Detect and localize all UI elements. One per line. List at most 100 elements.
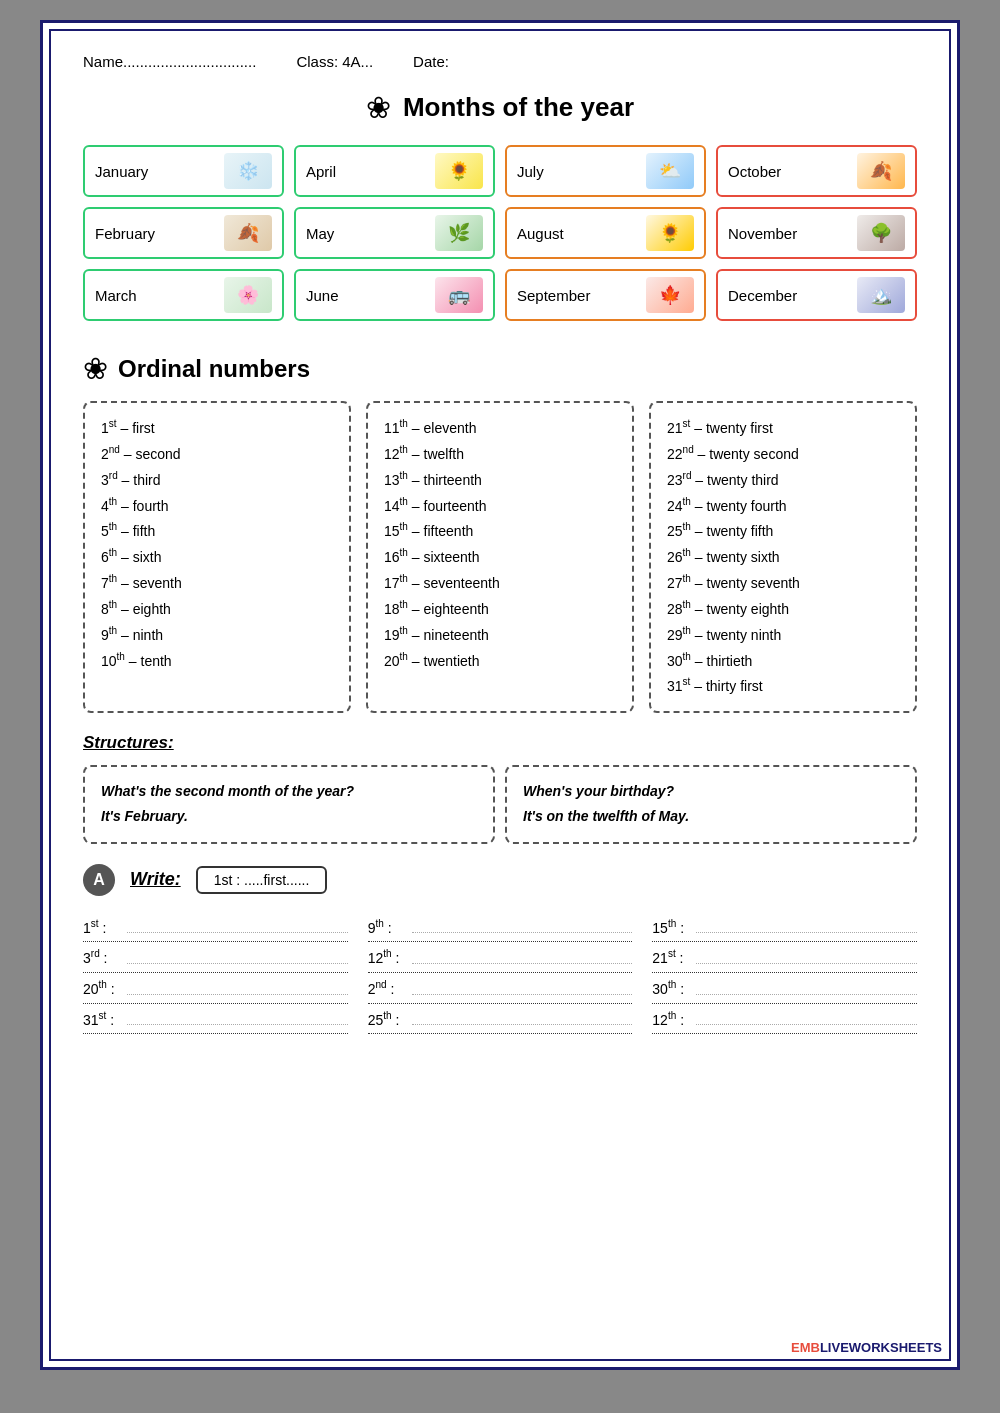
months-col4: October 🍂 xyxy=(716,145,917,197)
ordinal-1: 1st – first xyxy=(101,415,333,441)
september-image: 🍁 xyxy=(646,277,694,313)
page: Name................................ Cla… xyxy=(40,20,960,1370)
write-row: 15th : xyxy=(652,912,917,943)
ordinal-box-1: 1st – first 2nd – second 3rd – third 4th… xyxy=(83,401,351,713)
months-col4b: November 🌳 xyxy=(716,207,917,259)
ordinal-5: 5th – fifth xyxy=(101,518,333,544)
write-row: 9th : xyxy=(368,912,633,943)
ordinal-2: 2nd – second xyxy=(101,441,333,467)
write-row: 3rd : xyxy=(83,942,348,973)
write-col-3: 15th : 21st : 30th : 12th : xyxy=(652,912,917,1035)
ordinal-8: 8th – eighth xyxy=(101,596,333,622)
ordinal-19: 19th – nineteenth xyxy=(384,622,616,648)
example-box: 1st : .....first...... xyxy=(196,866,328,894)
write-col-1: 1st : 3rd : 20th : 31st : xyxy=(83,912,348,1035)
july-image: ⛅ xyxy=(646,153,694,189)
ordinal-18: 18th – eighteenth xyxy=(384,596,616,622)
month-card-april: April 🌻 xyxy=(294,145,495,197)
february-image: 🍂 xyxy=(224,215,272,251)
november-image: 🌳 xyxy=(857,215,905,251)
april-image: 🌻 xyxy=(435,153,483,189)
write-row: 30th : xyxy=(652,973,917,1004)
months-col1: January ❄️ xyxy=(83,145,284,197)
months-col4c: December 🏔️ xyxy=(716,269,917,321)
ordinal-26: 26th – twenty sixth xyxy=(667,544,899,570)
month-card-december: December 🏔️ xyxy=(716,269,917,321)
header: Name................................ Cla… xyxy=(83,53,917,70)
month-card-august: August 🌻 xyxy=(505,207,706,259)
date-label: Date: xyxy=(413,53,449,70)
months-col3b: August 🌻 xyxy=(505,207,706,259)
ordinal-box-3: 21st – twenty first 22nd – twenty second… xyxy=(649,401,917,713)
structure-a2: It's on the twelfth of May. xyxy=(523,804,899,829)
structures-section: Structures: What's the second month of t… xyxy=(83,733,917,843)
ordinal-11: 11th – eleventh xyxy=(384,415,616,441)
structure-box-1: What's the second month of the year? It'… xyxy=(83,765,495,843)
flower-icon: ❀ xyxy=(366,90,391,125)
ordinal-28: 28th – twenty eighth xyxy=(667,596,899,622)
flower-icon-2: ❀ xyxy=(83,351,108,386)
months-col3: July ⛅ xyxy=(505,145,706,197)
december-image: 🏔️ xyxy=(857,277,905,313)
months-col3c: September 🍁 xyxy=(505,269,706,321)
ordinal-12: 12th – twelfth xyxy=(384,441,616,467)
months-title: Months of the year xyxy=(403,92,634,123)
write-grid: 1st : 3rd : 20th : 31st : xyxy=(83,912,917,1035)
ordinal-15: 15th – fifteenth xyxy=(384,518,616,544)
write-title: Write: xyxy=(130,869,181,890)
ordinal-10: 10th – tenth xyxy=(101,648,333,674)
write-section: A Write: 1st : .....first...... 1st : 3r… xyxy=(83,864,917,1035)
class-label: Class: 4A... xyxy=(296,53,373,70)
ordinal-7: 7th – seventh xyxy=(101,570,333,596)
write-row: 20th : xyxy=(83,973,348,1004)
ordinal-24: 24th – twenty fourth xyxy=(667,493,899,519)
month-card-july: July ⛅ xyxy=(505,145,706,197)
month-card-january: January ❄️ xyxy=(83,145,284,197)
ordinal-23: 23rd – twenty third xyxy=(667,467,899,493)
ordinal-grid: 1st – first 2nd – second 3rd – third 4th… xyxy=(83,401,917,713)
ordinal-30: 30th – thirtieth xyxy=(667,648,899,674)
ordinal-title: ❀ Ordinal numbers xyxy=(83,351,917,386)
write-row: 12th : xyxy=(368,942,633,973)
write-row: 2nd : xyxy=(368,973,633,1004)
ordinal-3: 3rd – third xyxy=(101,467,333,493)
months-col2: April 🌻 xyxy=(294,145,495,197)
month-card-june: June 🚌 xyxy=(294,269,495,321)
june-image: 🚌 xyxy=(435,277,483,313)
ordinal-6: 6th – sixth xyxy=(101,544,333,570)
write-row: 1st : xyxy=(83,912,348,943)
ordinal-13: 13th – thirteenth xyxy=(384,467,616,493)
ordinal-heading: Ordinal numbers xyxy=(118,355,310,383)
months-col2b: May 🌿 xyxy=(294,207,495,259)
footer: EMBLIVEWORKSHEETS xyxy=(791,1340,942,1355)
write-row: 25th : xyxy=(368,1004,633,1035)
write-col-2: 9th : 12th : 2nd : 25th : xyxy=(368,912,633,1035)
write-header: A Write: 1st : .....first...... xyxy=(83,864,917,896)
months-section-title: ❀ Months of the year xyxy=(83,90,917,125)
months-col1b: February 🍂 xyxy=(83,207,284,259)
ordinal-27: 27th – twenty seventh xyxy=(667,570,899,596)
months-col1c: March 🌸 xyxy=(83,269,284,321)
months-col2c: June 🚌 xyxy=(294,269,495,321)
ordinal-17: 17th – seventeenth xyxy=(384,570,616,596)
write-row: 12th : xyxy=(652,1004,917,1035)
footer-logo: EMBLIVEWORKSHEETS xyxy=(791,1340,942,1355)
circle-a-badge: A xyxy=(83,864,115,896)
structure-box-2: When's your birthday? It's on the twelft… xyxy=(505,765,917,843)
may-image: 🌿 xyxy=(435,215,483,251)
month-card-october: October 🍂 xyxy=(716,145,917,197)
months-grid: January ❄️ April 🌻 July ⛅ October 🍂 F xyxy=(83,145,917,321)
ordinal-31: 31st – thirty first xyxy=(667,673,899,699)
march-image: 🌸 xyxy=(224,277,272,313)
october-image: 🍂 xyxy=(857,153,905,189)
ordinal-box-2: 11th – eleventh 12th – twelfth 13th – th… xyxy=(366,401,634,713)
write-row: 21st : xyxy=(652,942,917,973)
ordinal-29: 29th – twenty ninth xyxy=(667,622,899,648)
structure-q2: When's your birthday? xyxy=(523,779,899,804)
ordinal-25: 25th – twenty fifth xyxy=(667,518,899,544)
ordinal-20: 20th – twentieth xyxy=(384,648,616,674)
ordinal-section: ❀ Ordinal numbers 1st – first 2nd – seco… xyxy=(83,351,917,713)
ordinal-22: 22nd – twenty second xyxy=(667,441,899,467)
ordinal-21: 21st – twenty first xyxy=(667,415,899,441)
january-image: ❄️ xyxy=(224,153,272,189)
